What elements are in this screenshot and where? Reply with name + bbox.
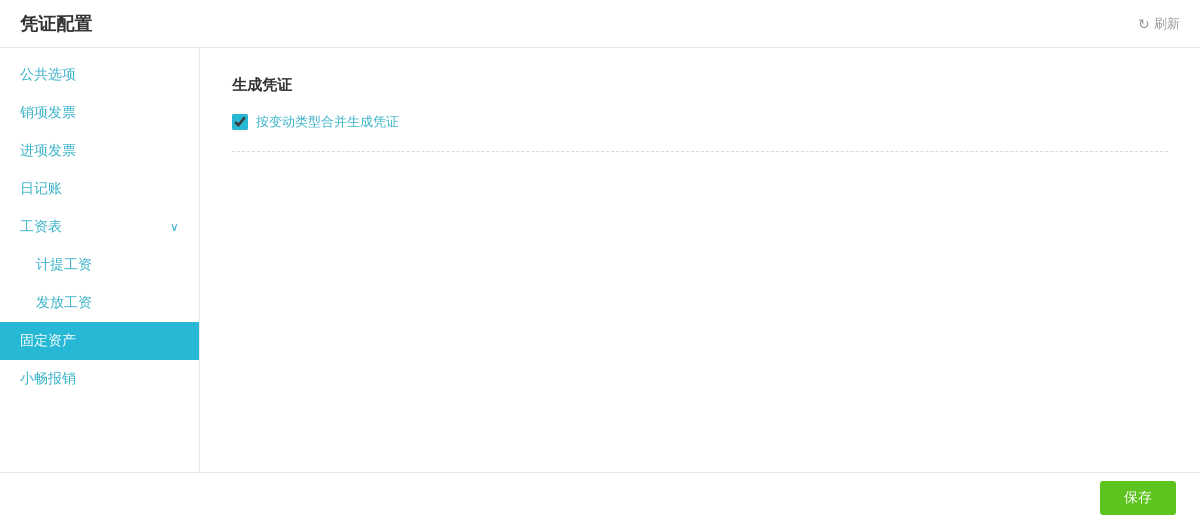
sidebar-item-label: 计提工资 <box>36 256 92 272</box>
sidebar-item-distribute-payroll[interactable]: 发放工资 <box>0 284 199 322</box>
page-footer: 保存 <box>0 472 1200 522</box>
page-title: 凭证配置 <box>20 12 92 36</box>
refresh-button[interactable]: ↻ 刷新 <box>1138 15 1180 33</box>
sidebar-item-journal[interactable]: 日记账 <box>0 170 199 208</box>
merge-by-type-checkbox[interactable] <box>232 114 248 130</box>
sidebar-item-calc-payroll[interactable]: 计提工资 <box>0 246 199 284</box>
sidebar-item-expense[interactable]: 小畅报销 <box>0 360 199 398</box>
sidebar-item-sales-invoice[interactable]: 销项发票 <box>0 94 199 132</box>
sidebar-item-label: 小畅报销 <box>20 370 76 388</box>
sidebar-item-fixed-assets[interactable]: 固定资产 <box>0 322 199 360</box>
chevron-down-icon: ∨ <box>170 220 179 234</box>
sidebar-item-purchase-invoice[interactable]: 进项发票 <box>0 132 199 170</box>
content-area: 生成凭证 按变动类型合并生成凭证 <box>200 48 1200 472</box>
sidebar-item-label: 日记账 <box>20 180 62 198</box>
sidebar: 公共选项 销项发票 进项发票 日记账 工资表 ∨ 计提工资 发放工资 固定资产 … <box>0 48 200 472</box>
refresh-label: 刷新 <box>1154 15 1180 33</box>
sidebar-item-label: 销项发票 <box>20 104 76 122</box>
main-layout: 公共选项 销项发票 进项发票 日记账 工资表 ∨ 计提工资 发放工资 固定资产 … <box>0 48 1200 472</box>
section-title: 生成凭证 <box>232 76 1168 95</box>
checkbox-row: 按变动类型合并生成凭证 <box>232 113 1168 131</box>
merge-by-type-label[interactable]: 按变动类型合并生成凭证 <box>256 113 399 131</box>
sidebar-item-label: 发放工资 <box>36 294 92 310</box>
sidebar-item-label: 工资表 <box>20 218 62 236</box>
sidebar-item-payroll[interactable]: 工资表 ∨ <box>0 208 199 246</box>
sidebar-item-public[interactable]: 公共选项 <box>0 56 199 94</box>
save-button[interactable]: 保存 <box>1100 481 1176 515</box>
sidebar-item-label: 进项发票 <box>20 142 76 160</box>
sidebar-item-label: 固定资产 <box>20 332 76 350</box>
refresh-icon: ↻ <box>1138 16 1150 32</box>
sidebar-item-label: 公共选项 <box>20 66 76 84</box>
section-divider <box>232 151 1168 152</box>
page-header: 凭证配置 ↻ 刷新 <box>0 0 1200 48</box>
